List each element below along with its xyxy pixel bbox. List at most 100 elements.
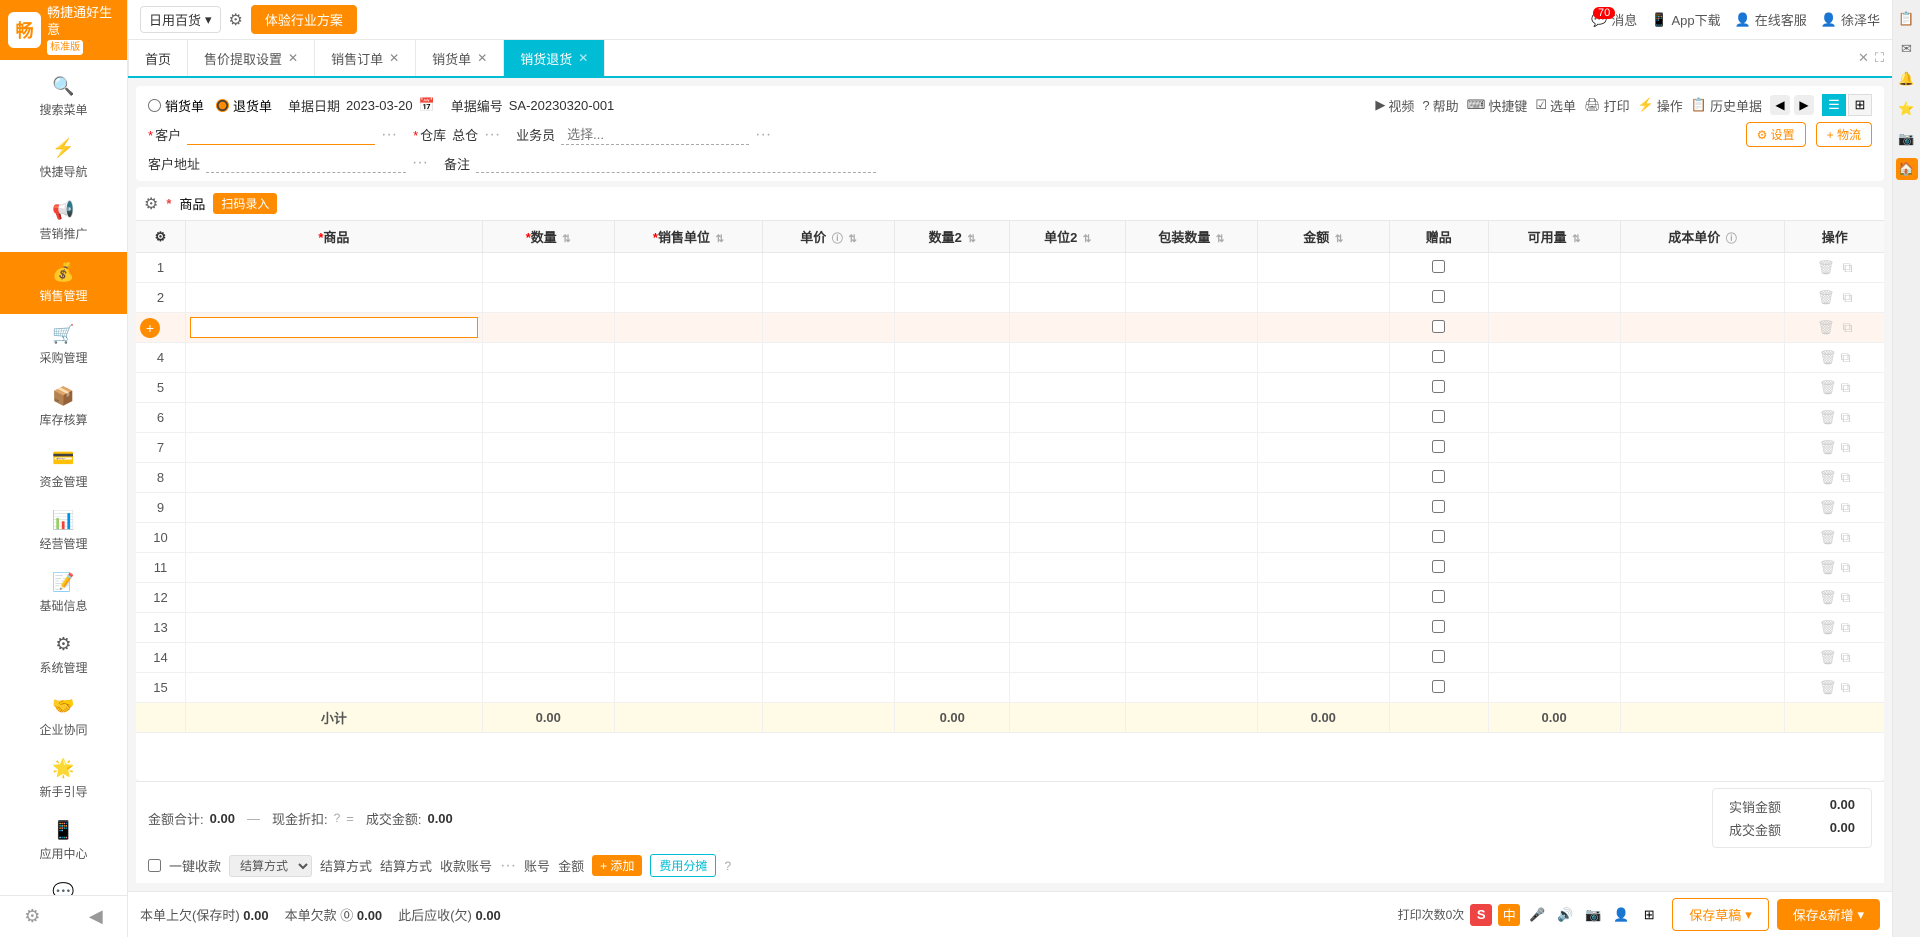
taskbar-icon-person[interactable]: 👤 — [1610, 904, 1632, 926]
copy-row-10[interactable]: ⧉ — [1841, 529, 1851, 545]
set-btn[interactable]: ⚙ 设置 — [1746, 122, 1806, 147]
tab-price-settings[interactable]: 售价提取设置 ✕ — [188, 40, 315, 76]
experience-btn[interactable]: 体验行业方案 — [251, 5, 357, 34]
delete-row-12[interactable]: 🗑 — [1819, 589, 1837, 605]
copy-row-5[interactable]: ⧉ — [1841, 379, 1851, 395]
salesman-input[interactable] — [561, 125, 749, 145]
scan-btn[interactable]: 扫码录入 — [213, 193, 277, 214]
copy-row-4[interactable]: ⧉ — [1841, 349, 1851, 365]
sidebar-item-enterprise[interactable]: 🤝 企业协同 — [0, 686, 127, 748]
qty2-cell-add[interactable] — [895, 313, 1010, 343]
add-row-plus[interactable]: + — [136, 313, 185, 343]
copy-row-6[interactable]: ⧉ — [1841, 409, 1851, 425]
product-cell-2[interactable] — [185, 283, 482, 313]
print-btn[interactable]: 🖨打印 — [1584, 96, 1630, 115]
help-btn[interactable]: ?帮助 — [1422, 96, 1458, 115]
close-tab-icon[interactable]: ✕ — [1858, 50, 1869, 66]
settings-bottom-icon[interactable]: ⚙ — [24, 906, 40, 927]
tab-sales-order[interactable]: 销售订单 ✕ — [315, 40, 416, 76]
delete-row-4[interactable]: 🗑 — [1819, 349, 1837, 365]
product-input-add[interactable] — [190, 317, 478, 338]
sidebar-item-shortcut[interactable]: ⚡ 快捷导航 — [0, 128, 127, 190]
price-cell-add[interactable] — [763, 313, 895, 343]
add-payment-btn[interactable]: + 添加 — [592, 855, 642, 876]
calendar-icon[interactable]: 📅 — [419, 97, 435, 113]
amount-cell-add[interactable] — [1257, 313, 1389, 343]
copy-row-9[interactable]: ⧉ — [1841, 499, 1851, 515]
fee-info-icon[interactable]: ? — [724, 859, 731, 873]
unit-cell-2[interactable] — [614, 283, 762, 313]
user-profile[interactable]: 👤 徐泽华 — [1821, 10, 1880, 29]
tab-close-price-settings[interactable]: ✕ — [288, 51, 298, 65]
customer-input[interactable] — [187, 125, 375, 145]
amount-cell-1[interactable] — [1257, 253, 1389, 283]
cost-cell-2[interactable] — [1620, 283, 1785, 313]
unit-cell-add[interactable] — [614, 313, 762, 343]
right-panel-btn-5[interactable]: 📷 — [1896, 128, 1918, 150]
cost-cell-1[interactable] — [1620, 253, 1785, 283]
right-panel-btn-4[interactable]: ⭐ — [1896, 98, 1918, 120]
qty-cell-add[interactable] — [482, 313, 614, 343]
one-click-pay-checkbox[interactable] — [148, 859, 161, 872]
tab-home[interactable]: 首页 — [128, 40, 188, 76]
shortcut-btn[interactable]: ⌨快捷键 — [1467, 96, 1528, 115]
avail-cell-add[interactable] — [1488, 313, 1620, 343]
sidebar-item-operations[interactable]: 📊 经营管理 — [0, 500, 127, 562]
gift-cell-1[interactable] — [1389, 253, 1488, 283]
avail-cell-2[interactable] — [1488, 283, 1620, 313]
copy-row-add[interactable]: ⧉ — [1842, 319, 1852, 335]
table-settings-icon[interactable]: ⚙ — [144, 194, 158, 214]
delete-row-13[interactable]: 🗑 — [1819, 619, 1837, 635]
unit-cell-1[interactable] — [614, 253, 762, 283]
copy-row-14[interactable]: ⧉ — [1841, 649, 1851, 665]
taskbar-icon-more[interactable]: ⊞ — [1638, 904, 1660, 926]
copy-row-11[interactable]: ⧉ — [1841, 559, 1851, 575]
salesman-more[interactable]: ··· — [755, 126, 771, 144]
copy-row-15[interactable]: ⧉ — [1841, 679, 1851, 695]
save-new-btn[interactable]: 保存&新增 ▾ — [1777, 899, 1880, 930]
topbar-gear-icon[interactable]: ⚙ — [229, 10, 243, 30]
radio-return-bill[interactable]: 退货单 — [216, 96, 272, 115]
qty2-cell-1[interactable] — [895, 253, 1010, 283]
delete-row-7[interactable]: 🗑 — [1819, 439, 1837, 455]
sidebar-item-appstore[interactable]: 📱 应用中心 — [0, 810, 127, 872]
taskbar-icon-mic[interactable]: 🎤 — [1526, 904, 1548, 926]
tab-sales-return[interactable]: 销货退货 ✕ — [504, 40, 605, 76]
qty-cell-2[interactable] — [482, 283, 614, 313]
action-btn[interactable]: ⚡操作 — [1638, 96, 1683, 115]
sidebar-item-wechat[interactable]: 💬 企业微信 — [0, 872, 127, 895]
sidebar-item-marketing[interactable]: 📢 营销推广 — [0, 190, 127, 252]
sidebar-item-sales[interactable]: 💰 销售管理 — [0, 252, 127, 314]
copy-row-12[interactable]: ⧉ — [1841, 589, 1851, 605]
address-more[interactable]: ··· — [412, 154, 428, 172]
copy-row-7[interactable]: ⧉ — [1841, 439, 1851, 455]
price-cell-2[interactable] — [763, 283, 895, 313]
cost-cell-add[interactable] — [1620, 313, 1785, 343]
tab-close-sales-bill[interactable]: ✕ — [477, 51, 487, 65]
taskbar-icon-camera[interactable]: 📷 — [1582, 904, 1604, 926]
prev-btn[interactable]: ◀ — [1770, 95, 1790, 115]
account-more[interactable]: ··· — [500, 857, 516, 875]
customer-more[interactable]: ··· — [381, 126, 397, 144]
copy-row-1[interactable]: ⧉ — [1842, 259, 1852, 275]
right-panel-btn-2[interactable]: ✉ — [1896, 38, 1918, 60]
delete-row-add[interactable]: 🗑 — [1817, 319, 1835, 335]
delete-row-1[interactable]: 🗑 — [1817, 259, 1835, 275]
taskbar-icon-speaker[interactable]: 🔊 — [1554, 904, 1576, 926]
sidebar-item-system[interactable]: ⚙ 系统管理 — [0, 624, 127, 686]
delete-row-11[interactable]: 🗑 — [1819, 559, 1837, 575]
add-row-btn[interactable]: + — [140, 318, 160, 338]
sidebar-item-search[interactable]: 🔍 搜索菜单 — [0, 66, 127, 128]
grid-view-btn[interactable]: ⊞ — [1848, 94, 1872, 116]
expand-icon[interactable]: ⛶ — [1875, 50, 1884, 66]
delete-row-10[interactable]: 🗑 — [1819, 529, 1837, 545]
settlement-select[interactable]: 结算方式 — [229, 855, 312, 877]
next-btn[interactable]: ▶ — [1794, 95, 1814, 115]
history-btn[interactable]: 📋历史单据 — [1691, 96, 1762, 115]
sidebar-item-purchase[interactable]: 🛒 采购管理 — [0, 314, 127, 376]
amount-cell-2[interactable] — [1257, 283, 1389, 313]
fee-split-btn[interactable]: 费用分摊 — [650, 854, 716, 877]
remark-input[interactable] — [476, 153, 876, 173]
price-cell-1[interactable] — [763, 253, 895, 283]
delete-row-6[interactable]: 🗑 — [1819, 409, 1837, 425]
